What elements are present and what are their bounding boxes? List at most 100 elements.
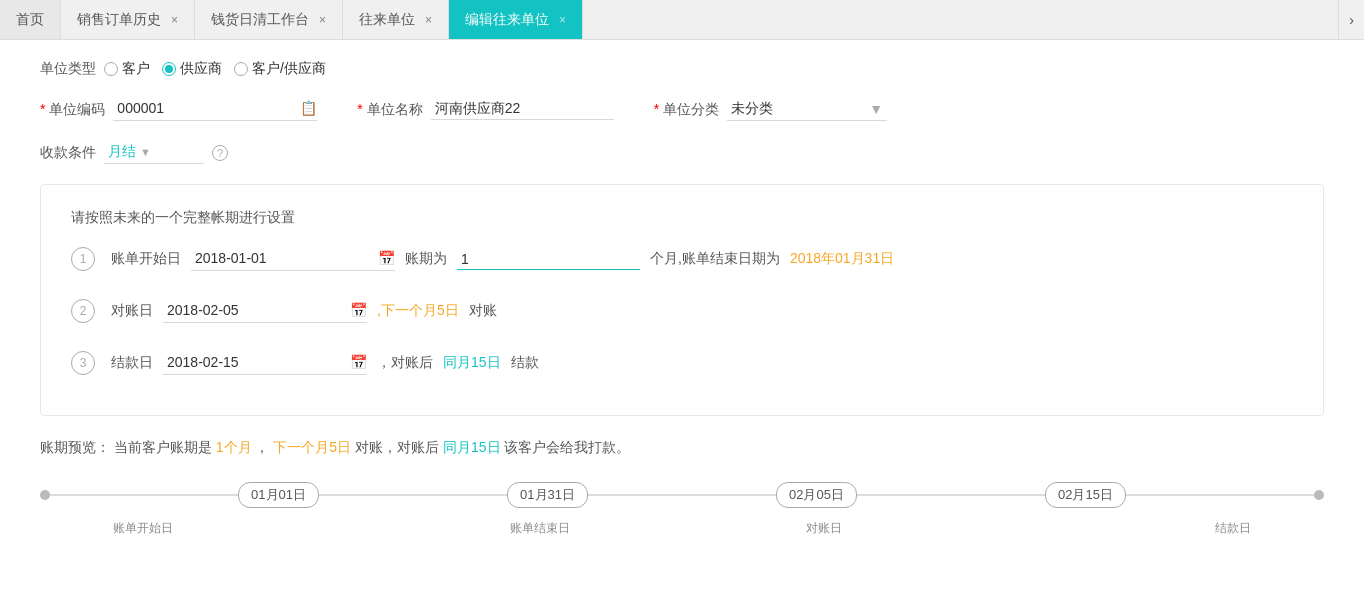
unit-name-input[interactable] [431,99,614,120]
tl-label-4-wrapper: 结款日 [966,512,1314,537]
radio-both[interactable]: 客户/供应商 [234,60,326,78]
radio-circle-customer [104,62,118,76]
calendar-icon-unit-code[interactable]: 📋 [300,100,317,116]
unit-name-group: 单位名称 [357,99,613,120]
step-3-content: 结款日 📅 ，对账后 同月15日 结款 [111,352,539,375]
payment-condition-select[interactable]: 月结 ▼ [104,141,204,164]
step-2-suffix: 对账 [469,302,497,320]
preview-highlight-2: 下一个月5日 [273,439,351,455]
timeline-node-2: 01月31日 [507,482,588,508]
tab-cash-workbench[interactable]: 钱货日清工作台 × [195,0,343,39]
radio-label-both: 客户/供应商 [252,60,326,78]
preview-highlight-3: 同月15日 [443,439,501,455]
calendar-icon-step1[interactable]: 📅 [378,250,395,266]
tab-close-edit-trading-unit[interactable]: × [559,13,566,27]
preview-text-3: 对账，对账后 [355,439,439,455]
preview-label: 账期预览： [40,439,110,455]
step-3-date-input-wrapper: 📅 [163,352,367,375]
radio-label-customer: 客户 [122,60,150,78]
step-1-suffix: 账期为 [405,250,447,268]
radio-label-supplier: 供应商 [180,60,222,78]
tab-bar: 首页 销售订单历史 × 钱货日清工作台 × 往来单位 × 编辑往来单位 × › [0,0,1364,40]
tab-sales-order-history[interactable]: 销售订单历史 × [61,0,195,39]
timeline-seg-3 [588,494,776,496]
step-3-prefix: ，对账后 [377,354,433,372]
step-3-num: 3 [71,351,95,375]
tl-label-3-wrapper: 对账日 [682,512,966,537]
step-1-date-input-wrapper: 📅 [191,248,395,271]
settings-card: 请按照未来的一个完整帐期进行设置 1 账单开始日 📅 账期为 个月,账单结束日期… [40,184,1324,416]
page-content: 单位类型 客户 供应商 客户/供应商 单位编码 [0,40,1364,608]
timeline-seg-2 [319,494,507,496]
step-2-date-input[interactable] [163,300,346,320]
calendar-icon-step2[interactable]: 📅 [350,302,367,318]
step-1-num: 1 [71,247,95,271]
timeline-node-4: 02月15日 [1045,482,1126,508]
step-2-row: 2 对账日 📅 ,下一个月5日 对账 [71,299,1293,323]
step-1-field-label: 账单开始日 [111,250,181,268]
timeline-point-4: 02月15日 [1045,482,1126,508]
step-3-highlight: 同月15日 [443,354,501,372]
help-icon[interactable]: ? [212,145,228,161]
preview-text-2: ， [255,439,269,455]
step-1-period-input[interactable] [457,249,640,270]
payment-condition-label: 收款条件 [40,144,96,162]
step-1-row: 1 账单开始日 📅 账期为 个月,账单结束日期为 2018年01月31日 [71,247,1293,271]
unit-code-input-wrapper: 📋 [113,98,317,121]
step-1-period-unit: 个月,账单结束日期为 [650,250,780,268]
unit-code-input[interactable] [113,98,296,118]
step-3-date-input[interactable] [163,352,346,372]
unit-type-label: 单位类型 [40,60,96,78]
tab-close-sales-order-history[interactable]: × [171,13,178,27]
select-arrow-icon: ▼ [140,146,151,158]
step-1-highlight-date: 2018年01月31日 [790,250,894,268]
dropdown-arrow-icon: ▼ [869,101,883,117]
step-1-date-input[interactable] [191,248,374,268]
tab-edit-trading-unit[interactable]: 编辑往来单位 × [449,0,583,39]
timeline-node-3: 02月05日 [776,482,857,508]
timeline-wrapper: 01月01日 01月31日 02月05日 02月15日 账单开始日 [40,482,1324,537]
preview-text-4: 该客户会给我打款。 [504,439,630,455]
radio-supplier[interactable]: 供应商 [162,60,222,78]
tab-close-trading-unit[interactable]: × [425,13,432,27]
calendar-icon-step3[interactable]: 📅 [350,354,367,370]
timeline-labels-row: 账单开始日 账单结束日 对账日 结款日 [40,512,1324,537]
timeline-seg-4 [857,494,1045,496]
step-2-num: 2 [71,299,95,323]
unit-info-row: 单位编码 📋 单位名称 单位分类 未分类 ▼ [40,98,1324,121]
radio-circle-supplier [162,62,176,76]
unit-category-group: 单位分类 未分类 ▼ [654,98,887,121]
unit-category-label: 单位分类 [654,101,719,119]
tab-close-cash-workbench[interactable]: × [319,13,326,27]
unit-code-label: 单位编码 [40,101,105,119]
tl-label-1-wrapper: 账单开始日 [50,512,398,537]
radio-customer[interactable]: 客户 [104,60,150,78]
timeline-label-2: 账单结束日 [510,520,570,537]
timeline-point-1: 01月01日 [238,482,319,508]
unit-type-row: 单位类型 客户 供应商 客户/供应商 [40,60,1324,78]
tab-trading-unit[interactable]: 往来单位 × [343,0,449,39]
timeline-point-2: 01月31日 [507,482,588,508]
unit-type-radio-group: 客户 供应商 客户/供应商 [104,60,326,78]
step-3-suffix: 结款 [511,354,539,372]
unit-category-select[interactable]: 未分类 ▼ [727,98,887,121]
preview-section: 账期预览： 当前客户账期是 1个月 ， 下一个月5日 对账，对账后 同月15日 … [40,436,1324,458]
step-2-content: 对账日 📅 ,下一个月5日 对账 [111,300,497,323]
step-2-field-label: 对账日 [111,302,153,320]
timeline-point-3: 02月05日 [776,482,857,508]
timeline-seg-5 [1126,494,1314,496]
tab-more-arrow[interactable]: › [1338,0,1364,39]
radio-circle-both [234,62,248,76]
unit-type-group: 单位类型 客户 供应商 客户/供应商 [40,60,326,78]
card-instruction: 请按照未来的一个完整帐期进行设置 [71,209,1293,227]
payment-condition-group: 收款条件 月结 ▼ ? [40,141,228,164]
timeline-label-4: 结款日 [1215,520,1251,537]
timeline-end-dot [1314,490,1324,500]
chevron-right-icon: › [1349,12,1354,28]
preview-highlight-1: 1个月 [216,439,252,455]
tl-label-2-wrapper: 账单结束日 [398,512,682,537]
tab-home[interactable]: 首页 [0,0,61,39]
step-2-highlight: ,下一个月5日 [377,302,459,320]
step-1-content: 账单开始日 📅 账期为 个月,账单结束日期为 2018年01月31日 [111,248,894,271]
timeline-node-1: 01月01日 [238,482,319,508]
